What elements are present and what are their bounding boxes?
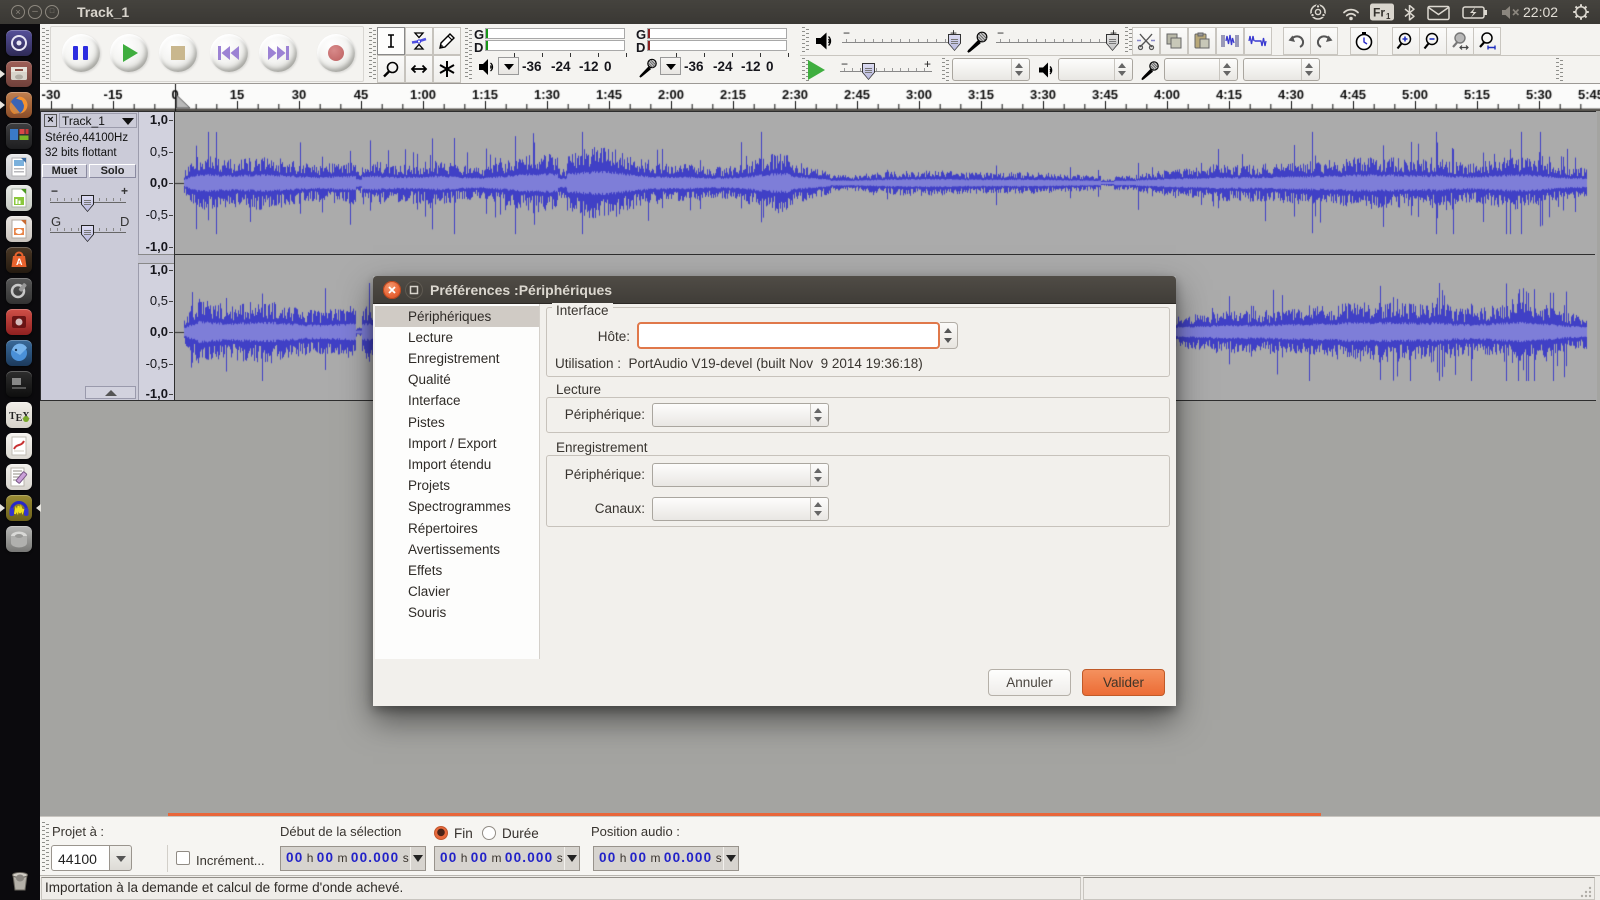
svg-text:A: A <box>16 257 23 267</box>
svg-text:1: 1 <box>1386 12 1391 21</box>
svg-text:Fr: Fr <box>1373 6 1385 20</box>
